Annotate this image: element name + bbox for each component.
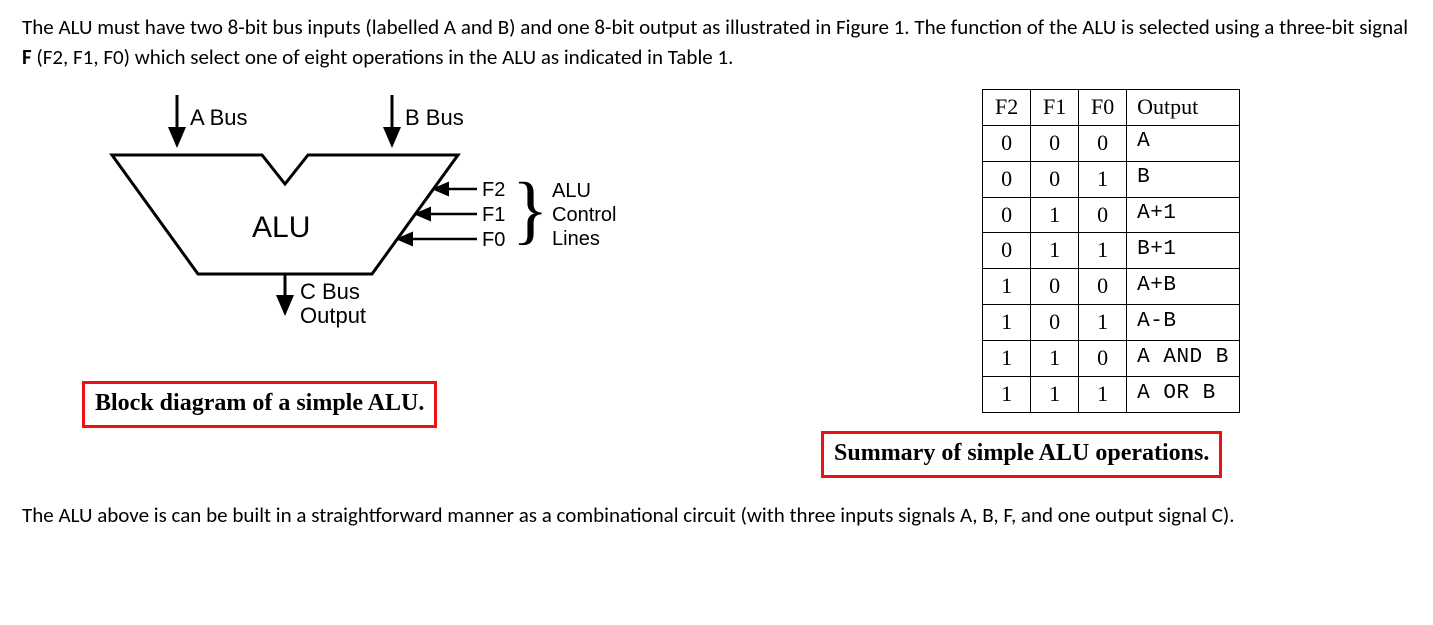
- table-row: 101A-B: [983, 305, 1240, 341]
- th-f1: F1: [1031, 89, 1079, 125]
- c-bus-label: C Bus: [300, 279, 360, 304]
- p1-bold: F: [22, 44, 32, 70]
- table-row: 001B: [983, 161, 1240, 197]
- p1-text-a: The ALU must have two 8-bit bus inputs (…: [22, 14, 1408, 40]
- b-bus-label: B Bus: [405, 105, 464, 130]
- th-f2: F2: [983, 89, 1031, 125]
- table-caption: Summary of simple ALU operations.: [821, 431, 1222, 478]
- p1-text-b: (F2, F1, F0) which select one of eight o…: [32, 44, 734, 70]
- alu-diagram-block: A Bus B Bus ALU F2 F1 F0 } ALU Control L…: [82, 89, 642, 428]
- alu-body-label: ALU: [252, 211, 310, 244]
- f2-label: F2: [482, 179, 505, 201]
- operations-table: F2 F1 F0 Output 000A 001B 010A+1 011B+1 …: [982, 89, 1240, 413]
- th-f0: F0: [1079, 89, 1127, 125]
- ctrl-line1: ALU: [552, 180, 591, 202]
- th-output: Output: [1127, 89, 1240, 125]
- operations-table-block: F2 F1 F0 Output 000A 001B 010A+1 011B+1 …: [851, 89, 1371, 478]
- ctrl-line2: Control: [552, 204, 616, 226]
- table-row: 100A+B: [983, 269, 1240, 305]
- figure-row: A Bus B Bus ALU F2 F1 F0 } ALU Control L…: [22, 89, 1411, 478]
- ctrl-line3: Lines: [552, 228, 600, 250]
- f1-label: F1: [482, 204, 505, 226]
- output-label: Output: [300, 303, 366, 328]
- intro-paragraph-1: The ALU must have two 8-bit bus inputs (…: [22, 12, 1411, 73]
- table-row: 000A: [983, 125, 1240, 161]
- table-row: 110A AND B: [983, 341, 1240, 377]
- table-row: 010A+1: [983, 197, 1240, 233]
- f0-label: F0: [482, 229, 505, 251]
- table-header-row: F2 F1 F0 Output: [983, 89, 1240, 125]
- alu-diagram: A Bus B Bus ALU F2 F1 F0 } ALU Control L…: [82, 89, 642, 349]
- brace-icon: }: [512, 168, 548, 252]
- a-bus-label: A Bus: [190, 105, 247, 130]
- table-row: 111A OR B: [983, 377, 1240, 413]
- diagram-caption: Block diagram of a simple ALU.: [82, 381, 437, 428]
- table-row: 011B+1: [983, 233, 1240, 269]
- intro-paragraph-2: The ALU above is can be built in a strai…: [22, 500, 1411, 530]
